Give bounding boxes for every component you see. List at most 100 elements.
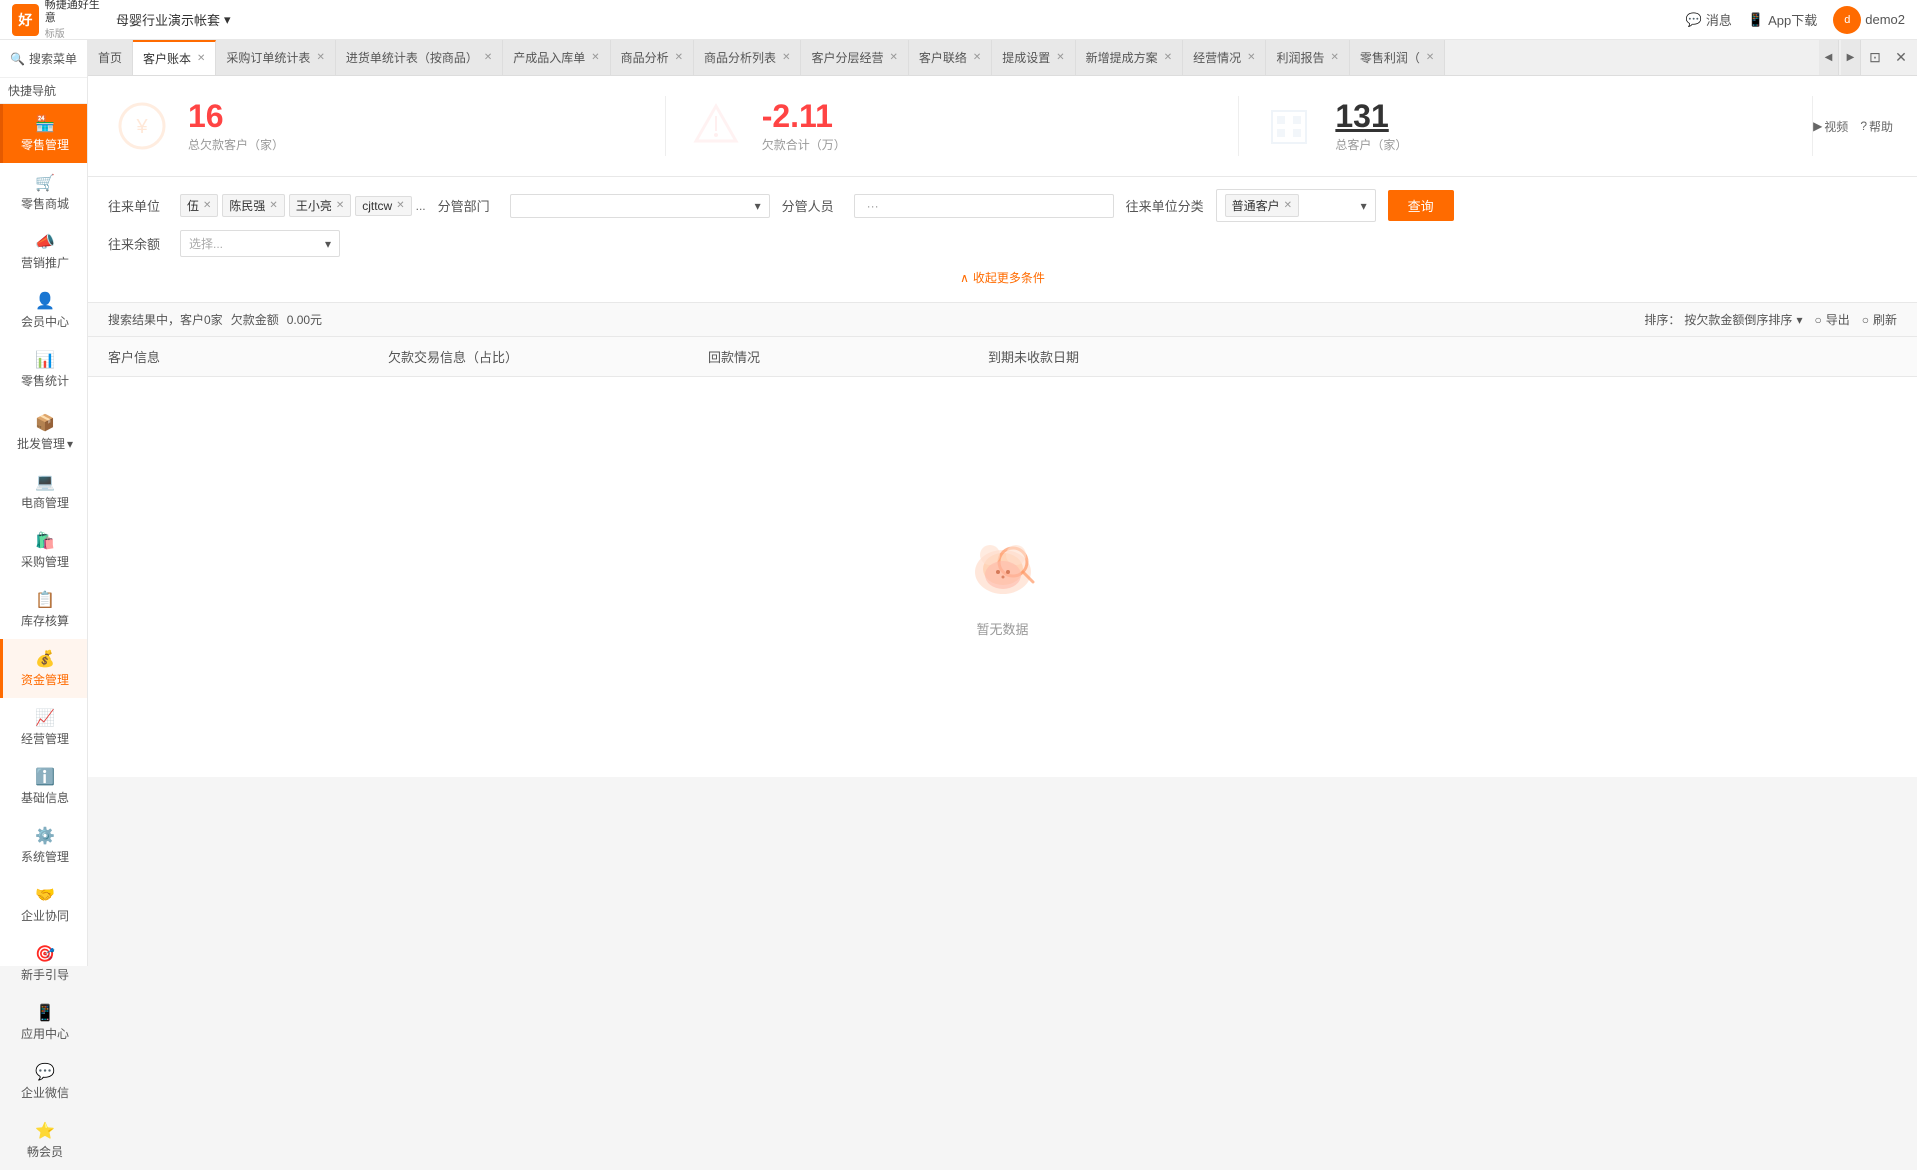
result-bar: 搜索结果中，客户0家 欠款金额 0.00元 排序： 按欠款金额倒序排序 ▾ ○ … <box>88 303 1917 337</box>
tab-home[interactable]: 首页 <box>88 40 133 76</box>
filter-tag-wu-close[interactable]: ✕ <box>203 200 211 211</box>
category-filter-select[interactable]: 普通客户 ✕ ▾ <box>1216 189 1376 222</box>
tab-prev-btn[interactable]: ◀ <box>1819 40 1839 76</box>
person-filter-more-icon[interactable]: ··· <box>867 199 879 213</box>
col-customer-info: 客户信息 <box>108 347 388 366</box>
tab-customer-layer[interactable]: 客户分层经营 ✕ <box>801 40 908 76</box>
tab-retail-profit-close[interactable]: ✕ <box>1426 52 1434 63</box>
tab-stock-in-stat[interactable]: 进货单统计表（按商品） ✕ <box>336 40 503 76</box>
user-profile[interactable]: d demo2 <box>1833 6 1905 34</box>
sidebar-item-inventory-label: 库存核算 <box>7 612 83 629</box>
sidebar-item-wechat-work[interactable]: 💬 企业微信 <box>0 1052 87 1111</box>
tab-retail-profit[interactable]: 零售利润（ ✕ <box>1350 40 1445 76</box>
tab-business-status-label: 经营情况 <box>1193 49 1241 66</box>
filter-tag-wang-close[interactable]: ✕ <box>336 200 344 211</box>
tab-business-status-close[interactable]: ✕ <box>1247 52 1255 63</box>
message-btn[interactable]: 💬 消息 <box>1686 10 1732 29</box>
collapse-filters-btn[interactable]: ∧ 收起更多条件 <box>108 265 1897 290</box>
tab-new-raise-close[interactable]: ✕ <box>1164 52 1172 63</box>
tab-customer-contact[interactable]: 客户联络 ✕ <box>909 40 992 76</box>
sidebar-item-finance[interactable]: 💰 资金管理 <box>0 639 87 698</box>
coin-icon: ¥ <box>117 101 167 151</box>
sidebar-item-vip[interactable]: ⭐ 畅会员 <box>0 1111 87 1170</box>
avatar: d <box>1833 6 1861 34</box>
tab-profit-report-close[interactable]: ✕ <box>1331 52 1339 63</box>
tab-purchase-order-close[interactable]: ✕ <box>316 52 324 63</box>
tab-customer-balance[interactable]: 客户账本 ✕ <box>133 40 216 76</box>
sidebar-item-retail-mall-label: 零售商城 <box>7 195 83 212</box>
tab-raise-settings[interactable]: 提成设置 ✕ <box>992 40 1075 76</box>
tab-stock-in-stat-label: 进货单统计表（按商品） <box>346 49 478 66</box>
tab-goods-analysis[interactable]: 商品分析 ✕ <box>611 40 694 76</box>
query-button[interactable]: 查询 <box>1388 190 1454 221</box>
refresh-btn[interactable]: ○ 刷新 <box>1862 311 1897 328</box>
tab-goods-analysis-close[interactable]: ✕ <box>675 52 683 63</box>
sidebar-item-ecommerce[interactable]: 💻 电商管理 <box>0 462 87 521</box>
mobile-icon: 📱 <box>1748 12 1764 28</box>
tab-customer-balance-close[interactable]: ✕ <box>197 53 205 64</box>
stats-area: ¥ 16 总欠款客户（家） <box>88 76 1917 177</box>
tab-customer-layer-label: 客户分层经营 <box>811 49 883 66</box>
tab-customer-layer-close[interactable]: ✕ <box>889 52 897 63</box>
arrow-down-icon: ▾ <box>67 437 73 451</box>
sidebar-item-system[interactable]: ⚙️ 系统管理 <box>0 816 87 875</box>
sidebar-item-enterprise[interactable]: 🤝 企业协同 <box>0 875 87 934</box>
sidebar-item-wholesale[interactable]: 📦 批发管理 ▾ <box>0 403 87 462</box>
tab-stock-in-stat-close[interactable]: ✕ <box>484 52 492 63</box>
export-btn[interactable]: ○ 导出 <box>1814 311 1849 328</box>
filter-row-1: 往来单位 伍 ✕ 陈民强 ✕ 王小亮 ✕ <box>108 189 1897 222</box>
stat-value-total: 131 <box>1335 100 1407 132</box>
filter-area: 往来单位 伍 ✕ 陈民强 ✕ 王小亮 ✕ <box>88 177 1917 303</box>
system-selector[interactable]: 母婴行业演示帐套 ▾ <box>108 6 239 33</box>
operations-icon: 📈 <box>7 708 83 728</box>
tab-goods-analysis-list[interactable]: 商品分析列表 ✕ <box>694 40 801 76</box>
tab-new-raise[interactable]: 新增提成方案 ✕ <box>1076 40 1183 76</box>
tab-purchase-order[interactable]: 采购订单统计表 ✕ <box>216 40 335 76</box>
tab-raise-settings-close[interactable]: ✕ <box>1056 52 1064 63</box>
sidebar-item-member[interactable]: 👤 会员中心 <box>0 281 87 340</box>
sidebar-item-purchase[interactable]: 🛍️ 采购管理 <box>0 521 87 580</box>
dept-filter-select[interactable]: ▾ <box>510 194 770 218</box>
tab-business-status[interactable]: 经营情况 ✕ <box>1183 40 1266 76</box>
tab-customer-contact-close[interactable]: ✕ <box>973 52 981 63</box>
tab-product-in[interactable]: 产成品入库单 ✕ <box>503 40 610 76</box>
retail-icon: 🏪 <box>7 114 83 134</box>
tab-next-btn[interactable]: ▶ <box>1841 40 1861 76</box>
search-menu-btn[interactable]: 🔍 搜索菜单 <box>0 40 87 78</box>
sidebar-item-retail[interactable]: 🏪 零售管理 <box>0 104 87 163</box>
tab-product-in-close[interactable]: ✕ <box>591 52 599 63</box>
video-help-btn[interactable]: ▶ 视频 <box>1813 118 1848 135</box>
table-area: 客户信息 欠款交易信息（占比） 回款情况 到期未收款日期 <box>88 337 1917 777</box>
filter-tag-cjttcw-close[interactable]: ✕ <box>396 200 404 211</box>
filter-more-btn[interactable]: ... <box>416 199 426 213</box>
filter-tag-cjttcw: cjttcw ✕ <box>355 196 411 216</box>
category-chevron-icon: ▾ <box>1361 199 1367 213</box>
app-download-btn[interactable]: 📱 App下载 <box>1748 10 1817 29</box>
tab-profit-report[interactable]: 利润报告 ✕ <box>1266 40 1349 76</box>
col-debt-info: 欠款交易信息（占比） <box>388 347 708 366</box>
sidebar-item-retail-stat[interactable]: 📊 零售统计 <box>0 340 87 399</box>
sidebar-item-new-guide[interactable]: 🎯 新手引导 <box>0 934 87 993</box>
sidebar-item-app-center[interactable]: 📱 应用中心 <box>0 993 87 1052</box>
tab-expand-btn[interactable]: ⊡ <box>1863 46 1887 70</box>
balance-filter-select[interactable]: 选择... ▾ <box>180 230 340 257</box>
unit-filter-tags: 伍 ✕ 陈民强 ✕ 王小亮 ✕ cjttcw ✕ <box>180 194 426 217</box>
sidebar-item-marketing[interactable]: 📣 营销推广 <box>0 222 87 281</box>
tab-goods-analysis-list-label: 商品分析列表 <box>704 49 776 66</box>
sidebar-item-operations[interactable]: 📈 经营管理 <box>0 698 87 757</box>
help-btn[interactable]: ? 帮助 <box>1860 118 1893 135</box>
sort-select[interactable]: 排序： 按欠款金额倒序排序 ▾ <box>1644 311 1802 328</box>
sidebar-item-inventory[interactable]: 📋 库存核算 <box>0 580 87 639</box>
filter-tag-common-customer-close[interactable]: ✕ <box>1284 200 1292 211</box>
sidebar-item-retail-mall[interactable]: 🛒 零售商城 <box>0 163 87 222</box>
person-filter-select[interactable]: ··· <box>854 194 1114 218</box>
tab-goods-analysis-list-close[interactable]: ✕ <box>782 52 790 63</box>
filter-tag-common-customer-label: 普通客户 <box>1232 197 1280 214</box>
tab-close-all-btn[interactable]: ✕ <box>1889 46 1913 70</box>
sidebar-item-basic-info[interactable]: ℹ️ 基础信息 <box>0 757 87 816</box>
logo-sub: 标版 <box>45 25 100 40</box>
sidebar-item-ecommerce-label: 电商管理 <box>7 494 83 511</box>
new-guide-icon: 🎯 <box>7 944 83 964</box>
filter-tag-chen-close[interactable]: ✕ <box>269 200 277 211</box>
quick-nav-btn[interactable]: 快捷导航 <box>0 78 87 104</box>
